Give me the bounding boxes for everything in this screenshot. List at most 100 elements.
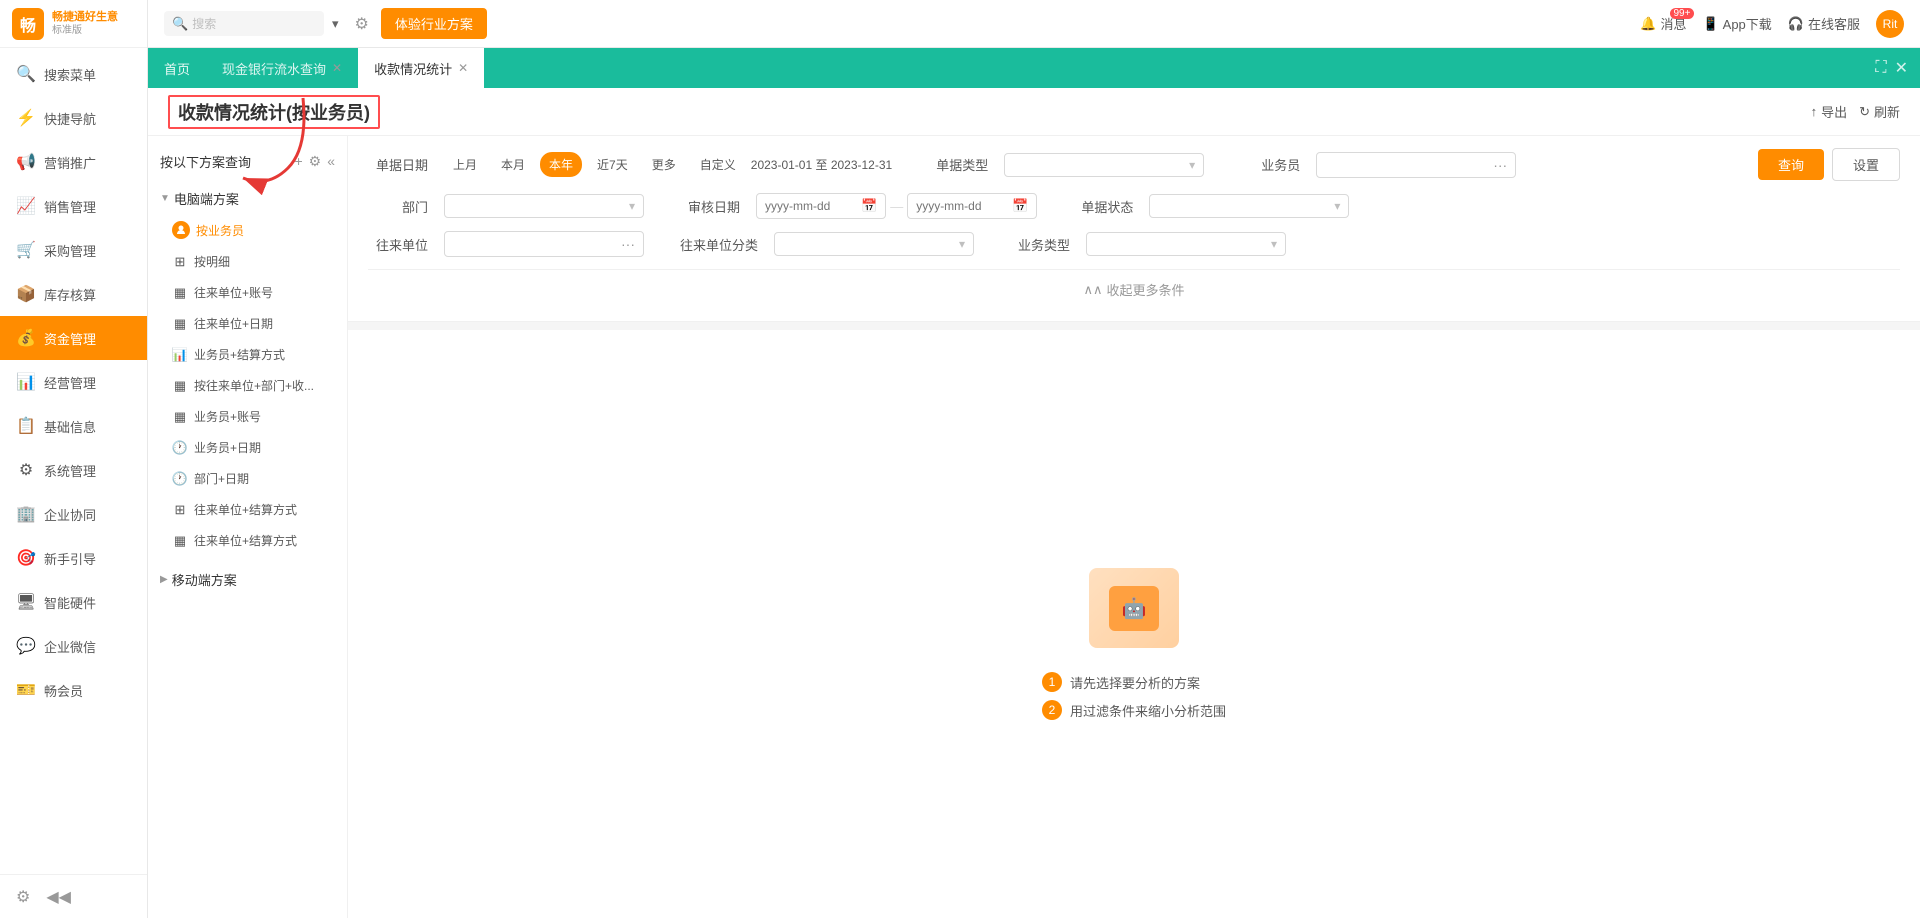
close-all-icon[interactable]: ✕ bbox=[1895, 58, 1908, 78]
logo-icon: 畅 bbox=[12, 8, 44, 40]
settings-icon[interactable]: ⚙ bbox=[16, 887, 30, 907]
search-area[interactable]: 🔍 搜索 bbox=[164, 11, 324, 36]
doc-type-select[interactable]: ▾ bbox=[1004, 153, 1204, 177]
review-date-from-picker[interactable]: 📅 bbox=[756, 193, 886, 219]
online-service-button[interactable]: 🎧 在线客服 bbox=[1788, 14, 1860, 33]
date-btn-this-month[interactable]: 本月 bbox=[492, 152, 534, 177]
review-date-from-input[interactable] bbox=[765, 199, 855, 213]
unit-account-icon: ▦ bbox=[172, 285, 188, 301]
collapse-panel-icon[interactable]: « bbox=[327, 153, 335, 170]
lp-item-by-unit-date[interactable]: ▦ 往来单位+日期 bbox=[148, 308, 347, 339]
date-btn-last-month[interactable]: 上月 bbox=[444, 152, 486, 177]
query-button[interactable]: 查询 bbox=[1758, 149, 1824, 180]
salesman-select[interactable]: ··· bbox=[1316, 152, 1516, 178]
sidebar-item-finance[interactable]: 💰 资金管理 bbox=[0, 316, 147, 360]
doc-type-dropdown-icon: ▾ bbox=[1189, 158, 1195, 172]
collapse-sidebar-icon[interactable]: ◀◀ bbox=[46, 887, 71, 907]
tab-home[interactable]: 首页 bbox=[148, 48, 206, 88]
lp-item-by-unit-payment2[interactable]: ▦ 往来单位+结算方式 bbox=[148, 525, 347, 556]
biz-type-dropdown-icon: ▾ bbox=[1271, 237, 1277, 251]
date-btn-more[interactable]: 更多 bbox=[643, 152, 685, 177]
review-date-to-input[interactable] bbox=[916, 199, 1006, 213]
desktop-section: ▼ 电脑端方案 按业务员 ⊞ 按明细 ▦ 往来单位+账号 bbox=[148, 179, 347, 560]
date-btn-7days[interactable]: 近7天 bbox=[588, 152, 637, 177]
empty-step-1: 1 请先选择要分析的方案 bbox=[1042, 672, 1226, 692]
app-download-button[interactable]: 📱 App下载 bbox=[1702, 14, 1771, 33]
unit-category-label: 往来单位分类 bbox=[680, 235, 758, 254]
basic-icon: 📋 bbox=[16, 416, 36, 436]
tab-receipt-stats[interactable]: 收款情况统计 ✕ bbox=[358, 48, 484, 88]
enterprise-icon: 🏢 bbox=[16, 504, 36, 524]
message-button[interactable]: 🔔 消息 99+ bbox=[1640, 14, 1686, 33]
export-button[interactable]: ↑ 导出 bbox=[1811, 102, 1848, 121]
member-icon: 🎫 bbox=[16, 680, 36, 700]
tab-bar-right: ⛶ ✕ bbox=[1875, 58, 1920, 78]
sidebar-item-inventory[interactable]: 📦 库存核算 bbox=[0, 272, 147, 316]
refresh-button[interactable]: ↻ 刷新 bbox=[1859, 102, 1900, 121]
lp-item-by-salesman-account[interactable]: ▦ 业务员+账号 bbox=[148, 401, 347, 432]
settings-btn[interactable]: ⚙ bbox=[355, 14, 369, 34]
salesman-more-icon[interactable]: ··· bbox=[1493, 157, 1507, 173]
sidebar-item-basic[interactable]: 📋 基础信息 bbox=[0, 404, 147, 448]
sidebar-item-guide[interactable]: 🎯 新手引导 bbox=[0, 536, 147, 580]
sidebar-item-quick-nav[interactable]: ⚡ 快捷导航 bbox=[0, 96, 147, 140]
biz-type-select[interactable]: ▾ bbox=[1086, 232, 1286, 256]
sidebar-item-hardware[interactable]: 🖥 智能硬件 bbox=[0, 580, 147, 624]
doc-status-select[interactable]: ▾ bbox=[1149, 194, 1349, 218]
dept-select[interactable]: ▾ bbox=[444, 194, 644, 218]
collapse-bar[interactable]: ∧∧ 收起更多条件 bbox=[368, 269, 1900, 309]
sidebar-item-enterprise[interactable]: 🏢 企业协同 bbox=[0, 492, 147, 536]
date-btn-custom[interactable]: 自定义 bbox=[691, 152, 745, 177]
maximize-icon[interactable]: ⛶ bbox=[1875, 59, 1886, 77]
lp-item-by-unit-payment1[interactable]: ⊞ 往来单位+结算方式 bbox=[148, 494, 347, 525]
mobile-section-header[interactable]: ▶ 移动端方案 bbox=[148, 564, 347, 595]
header-right: 🔔 消息 99+ 📱 App下载 🎧 在线客服 Rit bbox=[1640, 10, 1904, 38]
lp-item-by-salesman-payment[interactable]: 📊 业务员+结算方式 bbox=[148, 339, 347, 370]
main-content: 收款情况统计(按业务员) ↑ 导出 ↻ 刷新 按以下方案查询 + ⚙ « bbox=[148, 88, 1920, 918]
sidebar-item-member[interactable]: 🎫 畅会员 bbox=[0, 668, 147, 712]
solution-button[interactable]: 体验行业方案 bbox=[381, 8, 487, 39]
tab-bank-flow[interactable]: 现金银行流水查询 ✕ bbox=[206, 48, 358, 88]
sidebar-item-wechat[interactable]: 💬 企业微信 bbox=[0, 624, 147, 668]
marketing-icon: 📢 bbox=[16, 152, 36, 172]
unit-category-select[interactable]: ▾ bbox=[774, 232, 974, 256]
user-avatar[interactable]: Rit bbox=[1876, 10, 1904, 38]
sidebar-item-system[interactable]: ⚙ 系统管理 bbox=[0, 448, 147, 492]
salesman-account-icon: ▦ bbox=[172, 409, 188, 425]
review-date-group: 📅 — 📅 bbox=[756, 193, 1037, 219]
sidebar-item-search[interactable]: 🔍 搜索菜单 bbox=[0, 52, 147, 96]
scheme-settings-icon[interactable]: ⚙ bbox=[309, 153, 322, 170]
desktop-expand-icon: ▼ bbox=[160, 193, 170, 204]
empty-step-2: 2 用过滤条件来缩小分析范围 bbox=[1042, 700, 1226, 720]
lp-item-by-salesman[interactable]: 按业务员 bbox=[148, 214, 347, 246]
unit-more-icon[interactable]: ··· bbox=[621, 236, 635, 252]
date-btn-this-year[interactable]: 本年 bbox=[540, 152, 582, 177]
doc-date-label: 单据日期 bbox=[368, 155, 428, 174]
lp-item-by-unit-account[interactable]: ▦ 往来单位+账号 bbox=[148, 277, 347, 308]
set-button[interactable]: 设置 bbox=[1832, 148, 1900, 181]
sidebar-item-sales[interactable]: 📈 销售管理 bbox=[0, 184, 147, 228]
dept-dropdown-icon: ▾ bbox=[629, 199, 635, 213]
refresh-icon: ↻ bbox=[1859, 104, 1870, 120]
unit-dept-icon: ▦ bbox=[172, 378, 188, 394]
sidebar-item-purchase[interactable]: 🛒 采购管理 bbox=[0, 228, 147, 272]
sidebar-item-operations[interactable]: 📊 经营管理 bbox=[0, 360, 147, 404]
left-panel: 按以下方案查询 + ⚙ « ▼ 电脑端方案 按业务员 bbox=[148, 136, 348, 918]
review-date-to-picker[interactable]: 📅 bbox=[907, 193, 1037, 219]
export-icon: ↑ bbox=[1811, 104, 1818, 119]
salesman-label: 业务员 bbox=[1240, 155, 1300, 174]
unit-date-icon: ▦ bbox=[172, 316, 188, 332]
lp-item-by-unit-dept[interactable]: ▦ 按往来单位+部门+收... bbox=[148, 370, 347, 401]
lp-item-by-detail[interactable]: ⊞ 按明细 bbox=[148, 246, 347, 277]
biz-type-label: 业务类型 bbox=[1010, 235, 1070, 254]
desktop-section-header[interactable]: ▼ 电脑端方案 bbox=[148, 183, 347, 214]
doc-status-dropdown-icon: ▾ bbox=[1334, 199, 1340, 213]
lp-item-by-salesman-date[interactable]: 🕐 业务员+日期 bbox=[148, 432, 347, 463]
lp-item-by-dept-date[interactable]: 🕐 部门+日期 bbox=[148, 463, 347, 494]
breadcrumb-dropdown-icon[interactable]: ▾ bbox=[332, 16, 339, 32]
unit-select[interactable]: ··· bbox=[444, 231, 644, 257]
tab-close-receipt-stats[interactable]: ✕ bbox=[458, 61, 468, 75]
add-scheme-icon[interactable]: + bbox=[294, 153, 302, 170]
tab-close-bank-flow[interactable]: ✕ bbox=[332, 61, 342, 75]
sidebar-item-marketing[interactable]: 📢 营销推广 bbox=[0, 140, 147, 184]
